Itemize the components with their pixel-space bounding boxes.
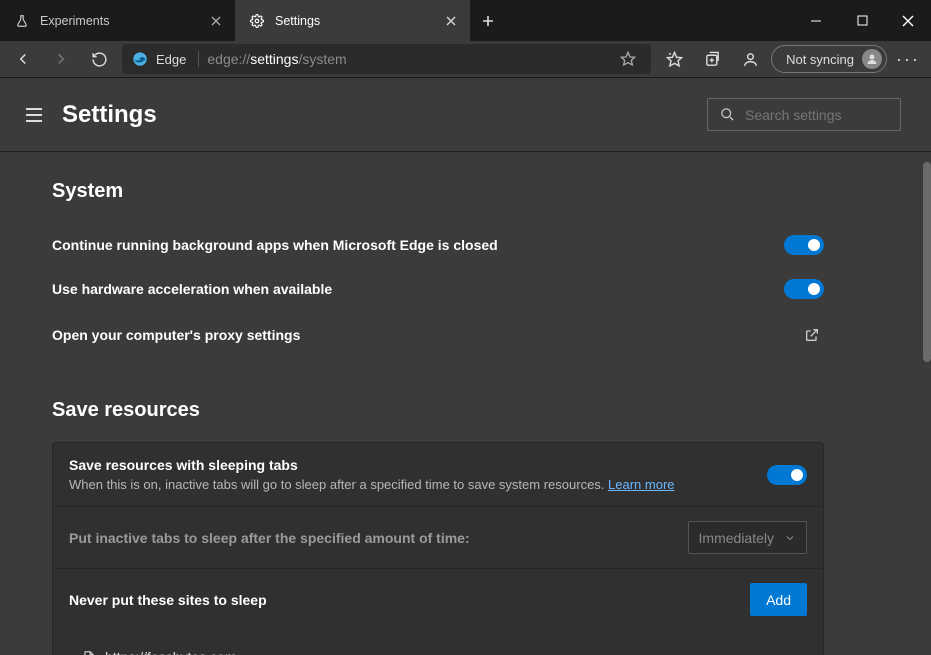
more-menu-button[interactable]: ··· [891,44,925,74]
section-heading-system: System [52,180,824,203]
favorite-star-icon[interactable] [615,46,641,72]
scrollbar-thumb[interactable] [923,162,931,362]
toggle-background-apps[interactable] [784,235,824,255]
settings-content: System Continue running background apps … [0,152,880,655]
row-title: Never put these sites to sleep [69,592,267,608]
search-settings-field[interactable] [707,98,901,131]
row-label: Continue running background apps when Mi… [52,237,498,253]
add-site-button[interactable]: Add [750,583,807,616]
url-text: edge://settings/system [207,51,346,67]
titlebar: Experiments Settings [0,0,931,41]
external-link-icon [800,323,824,347]
tab-title: Experiments [40,14,197,28]
window-controls [793,0,931,41]
save-resources-card: Save resources with sleeping tabs When t… [52,442,824,655]
divider [198,51,199,67]
row-title: Save resources with sleeping tabs [69,457,675,473]
search-input[interactable] [745,107,926,123]
chevron-down-icon [784,532,796,544]
page-title: Settings [62,101,157,129]
search-icon [720,107,735,122]
favorites-button[interactable] [657,44,691,74]
select-value: Immediately [699,530,774,546]
toolbar: Edge edge://settings/system Not syncing … [0,41,931,78]
avatar-icon [862,49,882,69]
gear-icon [249,13,265,29]
tab-experiments[interactable]: Experiments [0,0,235,41]
minimize-button[interactable] [793,0,839,41]
tab-settings[interactable]: Settings [235,0,470,41]
section-heading-save: Save resources [52,399,824,422]
page-icon [81,649,97,655]
row-sleep-time: Put inactive tabs to sleep after the spe… [53,507,823,569]
sync-label: Not syncing [786,52,854,67]
address-bar[interactable]: Edge edge://settings/system [122,44,651,74]
profile-icon[interactable] [733,44,767,74]
refresh-button[interactable] [82,44,116,74]
row-sleeping-tabs: Save resources with sleeping tabs When t… [53,443,823,507]
row-label: Open your computer's proxy settings [52,327,300,343]
new-tab-button[interactable] [470,0,506,41]
maximize-button[interactable] [839,0,885,41]
site-more-button[interactable]: ··· [777,642,807,655]
url-prefix: edge:// [207,51,250,67]
row-never-sleep: Never put these sites to sleep Add [53,569,823,630]
row-hardware-accel: Use hardware acceleration when available [52,267,824,311]
url-suffix: /system [298,51,346,67]
row-title: Put inactive tabs to sleep after the spe… [69,530,470,546]
tab-title: Settings [275,14,432,28]
url-highlight: settings [250,51,298,67]
row-background-apps: Continue running background apps when Mi… [52,223,824,267]
desc-text: When this is on, inactive tabs will go t… [69,477,608,492]
sync-profile-button[interactable]: Not syncing [771,45,887,73]
row-label: Use hardware acceleration when available [52,281,332,297]
forward-button[interactable] [44,44,78,74]
toggle-hardware-accel[interactable] [784,279,824,299]
row-proxy-settings[interactable]: Open your computer's proxy settings [52,311,824,359]
collections-button[interactable] [695,44,729,74]
site-entry-row: https://fossbytes.com ··· [53,630,823,655]
browser-name: Edge [156,52,186,67]
edge-logo-icon [132,51,148,67]
sleep-time-select[interactable]: Immediately [688,521,807,554]
settings-header: Settings [0,78,931,152]
hamburger-menu-button[interactable] [20,101,48,129]
flask-icon [14,13,30,29]
close-icon[interactable] [207,12,225,30]
toggle-sleeping-tabs[interactable] [767,465,807,485]
close-window-button[interactable] [885,0,931,41]
close-icon[interactable] [442,12,460,30]
back-button[interactable] [6,44,40,74]
row-desc: When this is on, inactive tabs will go t… [69,477,675,492]
learn-more-link[interactable]: Learn more [608,477,674,492]
site-url: https://fossbytes.com [105,649,237,655]
